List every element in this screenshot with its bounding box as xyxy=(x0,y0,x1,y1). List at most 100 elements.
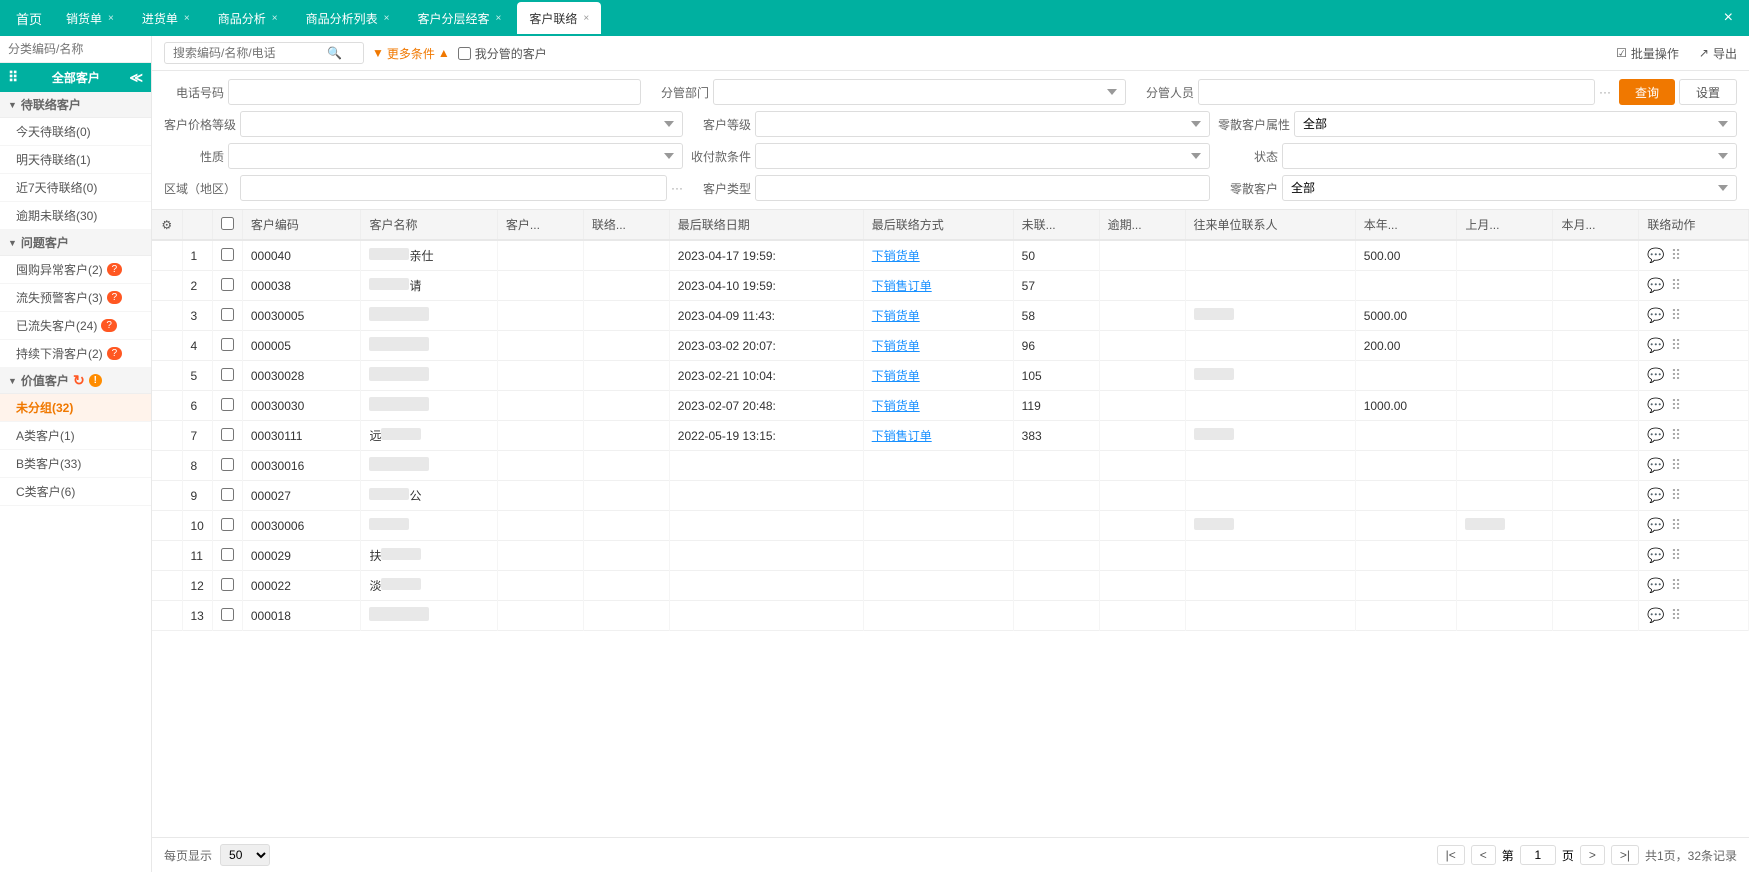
nav-tab-customer-tier[interactable]: 客户分层经客 × xyxy=(405,2,513,34)
link-last-method[interactable]: 下销售订单 xyxy=(872,279,932,293)
action-more-icon[interactable]: ⠿ xyxy=(1671,367,1681,384)
row-select-checkbox[interactable] xyxy=(221,248,234,261)
sidebar-item-tomorrow[interactable]: 明天待联络(1) xyxy=(0,146,151,174)
action-more-icon[interactable]: ⠿ xyxy=(1671,547,1681,564)
nav-tab-salesorder-close[interactable]: × xyxy=(108,13,114,24)
nav-tab-customer-contact[interactable]: 客户联络 × xyxy=(517,2,601,34)
more-conditions-btn[interactable]: ▼ 更多条件 ▲ xyxy=(372,45,450,62)
filter-nature-select[interactable] xyxy=(228,143,683,169)
search-input[interactable] xyxy=(173,46,323,60)
action-more-icon[interactable]: ⠿ xyxy=(1671,277,1681,294)
page-size-select[interactable]: 50 100 200 xyxy=(220,844,270,866)
row-select-checkbox[interactable] xyxy=(221,488,234,501)
action-message-icon[interactable]: 💬 xyxy=(1647,397,1664,414)
filter-manager-more[interactable]: ··· xyxy=(1599,85,1611,99)
row-select-checkbox[interactable] xyxy=(221,428,234,441)
sidebar-item-churn-warn[interactable]: 流失预警客户(3) ? xyxy=(0,284,151,312)
export-btn[interactable]: ↗ 导出 xyxy=(1699,45,1737,62)
sidebar-collapse-icon[interactable]: ≪ xyxy=(129,70,143,86)
row-select-checkbox[interactable] xyxy=(221,548,234,561)
action-more-icon[interactable]: ⠿ xyxy=(1671,517,1681,534)
action-message-icon[interactable]: 💬 xyxy=(1647,607,1664,624)
action-message-icon[interactable]: 💬 xyxy=(1647,367,1664,384)
filter-region-more[interactable]: ··· xyxy=(671,181,683,195)
row-select-checkbox[interactable] xyxy=(221,368,234,381)
filter-price-level-select[interactable] xyxy=(240,111,683,137)
nav-home-tab[interactable]: 首页 xyxy=(8,5,50,32)
filter-retail-attr-select[interactable]: 全部 xyxy=(1294,111,1737,137)
action-message-icon[interactable]: 💬 xyxy=(1647,277,1664,294)
nav-tab-purchase-close[interactable]: × xyxy=(184,13,190,24)
refresh-icon[interactable]: ↻ xyxy=(73,372,85,389)
select-all-checkbox[interactable] xyxy=(221,217,234,230)
action-message-icon[interactable]: 💬 xyxy=(1647,307,1664,324)
all-customers-header[interactable]: ⠿ 全部客户 ≪ xyxy=(0,63,151,92)
action-message-icon[interactable]: 💬 xyxy=(1647,247,1664,264)
nav-tab-customer-tier-close[interactable]: × xyxy=(495,13,501,24)
sidebar-item-overdue[interactable]: 逾期未联络(30) xyxy=(0,202,151,230)
reset-button[interactable]: 设置 xyxy=(1679,79,1737,105)
action-more-icon[interactable]: ⠿ xyxy=(1671,337,1681,354)
row-select-checkbox[interactable] xyxy=(221,278,234,291)
action-more-icon[interactable]: ⠿ xyxy=(1671,247,1681,264)
filter-phone-input[interactable] xyxy=(228,79,641,105)
filter-dept-select[interactable] xyxy=(713,79,1126,105)
link-last-method[interactable]: 下销货单 xyxy=(872,369,920,383)
row-select-checkbox[interactable] xyxy=(221,398,234,411)
link-last-method[interactable]: 下销货单 xyxy=(872,249,920,263)
link-last-method[interactable]: 下销售订单 xyxy=(872,429,932,443)
sidebar-item-hoard[interactable]: 囤购异常客户(2) ? xyxy=(0,256,151,284)
next-page-btn[interactable]: > xyxy=(1580,845,1605,865)
nav-tab-analysis-list-close[interactable]: × xyxy=(384,13,390,24)
filter-payment-select[interactable] xyxy=(755,143,1210,169)
action-message-icon[interactable]: 💬 xyxy=(1647,547,1664,564)
batch-op-btn[interactable]: ☑ 批量操作 xyxy=(1616,45,1679,62)
action-message-icon[interactable]: 💬 xyxy=(1647,517,1664,534)
my-customers-checkbox[interactable] xyxy=(458,47,471,60)
nav-tab-analysis[interactable]: 商品分析 × xyxy=(206,2,290,34)
row-select-checkbox[interactable] xyxy=(221,338,234,351)
last-page-btn[interactable]: >| xyxy=(1611,845,1639,865)
first-page-btn[interactable]: |< xyxy=(1437,845,1465,865)
action-more-icon[interactable]: ⠿ xyxy=(1671,397,1681,414)
sidebar-item-class-a[interactable]: A类客户(1) xyxy=(0,422,151,450)
action-message-icon[interactable]: 💬 xyxy=(1647,457,1664,474)
row-select-checkbox[interactable] xyxy=(221,578,234,591)
nav-tab-purchase[interactable]: 进货单 × xyxy=(130,2,202,34)
link-last-method[interactable]: 下销货单 xyxy=(872,339,920,353)
nav-tab-analysis-close[interactable]: × xyxy=(272,13,278,24)
action-message-icon[interactable]: 💬 xyxy=(1647,337,1664,354)
sidebar-search-input[interactable] xyxy=(8,42,152,56)
action-more-icon[interactable]: ⠿ xyxy=(1671,457,1681,474)
sidebar-item-today[interactable]: 今天待联络(0) xyxy=(0,118,151,146)
filter-retail-cust-select[interactable]: 全部 xyxy=(1282,175,1737,201)
row-select-checkbox[interactable] xyxy=(221,308,234,321)
action-message-icon[interactable]: 💬 xyxy=(1647,577,1664,594)
nav-tab-analysis-list[interactable]: 商品分析列表 × xyxy=(294,2,402,34)
sidebar-item-7days[interactable]: 近7天待联络(0) xyxy=(0,174,151,202)
filter-status-select[interactable] xyxy=(1282,143,1737,169)
filter-cust-type-input[interactable] xyxy=(755,175,1210,201)
prev-page-btn[interactable]: < xyxy=(1471,845,1496,865)
my-customers-filter[interactable]: 我分管的客户 xyxy=(458,45,547,62)
action-more-icon[interactable]: ⠿ xyxy=(1671,577,1681,594)
sidebar-item-declining[interactable]: 持续下滑客户(2) ? xyxy=(0,340,151,368)
action-message-icon[interactable]: 💬 xyxy=(1647,427,1664,444)
action-message-icon[interactable]: 💬 xyxy=(1647,487,1664,504)
row-select-checkbox[interactable] xyxy=(221,458,234,471)
window-close-button[interactable]: × xyxy=(1716,9,1741,27)
sidebar-item-unclassified[interactable]: 未分组(32) xyxy=(0,394,151,422)
row-select-checkbox[interactable] xyxy=(221,608,234,621)
sidebar-item-churned[interactable]: 已流失客户(24) ? xyxy=(0,312,151,340)
nav-tab-salesorder[interactable]: 销货单 × xyxy=(54,2,126,34)
sidebar-item-class-c[interactable]: C类客户(6) xyxy=(0,478,151,506)
current-page-input[interactable] xyxy=(1520,845,1556,865)
filter-region-input[interactable] xyxy=(240,175,667,201)
filter-manager-input[interactable] xyxy=(1198,79,1595,105)
search-icon[interactable]: 🔍 xyxy=(327,46,342,60)
action-more-icon[interactable]: ⠿ xyxy=(1671,427,1681,444)
col-gear[interactable]: ⚙ xyxy=(152,210,182,240)
nav-tab-customer-contact-close[interactable]: × xyxy=(583,13,589,24)
action-more-icon[interactable]: ⠿ xyxy=(1671,487,1681,504)
link-last-method[interactable]: 下销货单 xyxy=(872,399,920,413)
